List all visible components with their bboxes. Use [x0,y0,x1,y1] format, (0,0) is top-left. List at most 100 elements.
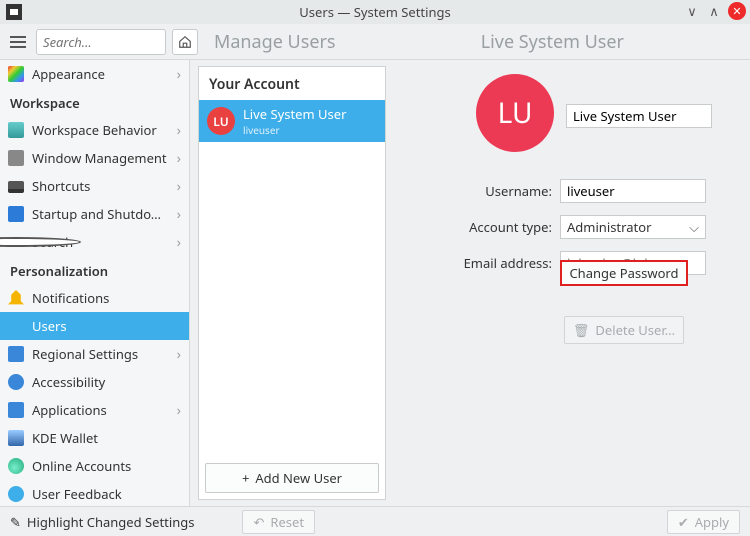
footer: ✎ Highlight Changed Settings ↶ Reset ✔ A… [0,506,750,536]
chevron-right-icon: › [177,401,181,420]
appearance-icon [8,66,24,82]
account-type-label: Account type: [432,218,552,236]
sidebar-item-appearance[interactable]: Appearance › [0,60,189,88]
sidebar-item-workspace-behavior[interactable]: Workspace Behavior › [0,116,189,144]
applications-icon [8,402,24,418]
sidebar-item-label: Appearance [32,65,169,83]
sidebar-item-label: Regional Settings [32,345,169,363]
search-input[interactable] [43,33,159,51]
wallet-icon [8,430,24,446]
sidebar-item-user-feedback[interactable]: User Feedback [0,480,189,506]
home-icon [178,35,192,49]
home-button[interactable] [172,29,198,55]
username-input[interactable] [567,182,699,200]
delete-user-button: 🗑 Delete User... [564,316,684,344]
window-management-icon [8,150,24,166]
bell-icon [8,290,24,306]
add-user-label: Add New User [255,469,342,487]
sidebar-item-label: Window Management [32,149,169,167]
page-heading: Manage Users [214,30,336,54]
sidebar-item-label: Workspace Behavior [32,121,169,139]
chevron-right-icon: › [177,345,181,364]
account-row[interactable]: LU Live System User liveuser [199,100,385,142]
reset-label: Reset [270,513,304,531]
feedback-icon [8,486,24,502]
toolbar: Manage Users Live System User [0,24,750,60]
accessibility-icon [8,374,24,390]
hamburger-menu-button[interactable] [6,30,30,54]
window-title: Users — System Settings [299,3,450,21]
sidebar-item-search[interactable]: Search› [0,228,189,256]
sidebar-item-startup-shutdown[interactable]: Startup and Shutdown › [0,200,189,228]
check-icon: ✔ [678,513,689,531]
sidebar-item-label: Online Accounts [32,457,181,475]
account-type-select[interactable]: Administrator ⌵ [560,215,706,239]
app-icon [6,4,22,20]
workspace-behavior-icon [8,122,24,138]
sidebar-item-online-accounts[interactable]: Online Accounts [0,452,189,480]
accounts-panel: Your Account LU Live System User liveuse… [198,66,386,500]
chevron-right-icon: › [177,205,181,224]
sidebar-item-regional-settings[interactable]: Regional Settings › [0,340,189,368]
sidebar-item-shortcuts[interactable]: Shortcuts › [0,172,189,200]
user-icon [8,318,24,334]
sidebar-item-label: Users [32,317,181,335]
highlight-label: Highlight Changed Settings [27,513,195,531]
close-button[interactable]: ✕ [728,2,746,20]
accounts-section-title: Your Account [199,67,385,100]
sidebar[interactable]: Appearance › Workspace Workspace Behavio… [0,60,190,506]
search-box[interactable] [36,29,166,55]
minimize-button[interactable]: ∨ [684,3,700,19]
highlight-icon: ✎ [10,513,21,531]
apply-button: ✔ Apply [667,510,740,534]
sidebar-item-window-management[interactable]: Window Management › [0,144,189,172]
plus-icon: + [242,469,249,487]
highlight-changed-settings-button[interactable]: ✎ Highlight Changed Settings [10,513,194,531]
online-accounts-icon [8,458,24,474]
change-password-button[interactable]: Change Password [560,260,688,286]
maximize-button[interactable]: ∧ [706,3,722,19]
sidebar-item-label: Startup and Shutdown [32,205,169,223]
apply-label: Apply [695,513,729,531]
sidebar-item-label: Applications [32,401,169,419]
username-field[interactable] [560,179,706,203]
chevron-right-icon: › [177,177,181,196]
titlebar: Users — System Settings ∨ ∧ ✕ [0,0,750,24]
delete-user-label: Delete User... [595,321,675,339]
username-label: Username: [432,182,552,200]
sidebar-item-kde-wallet[interactable]: KDE Wallet [0,424,189,452]
undo-icon: ↶ [253,513,264,531]
avatar-large[interactable]: LU [476,74,554,152]
sidebar-category-workspace: Workspace [0,88,189,116]
sidebar-item-label: Accessibility [32,373,181,391]
sidebar-item-label: KDE Wallet [32,429,181,447]
avatar-small: LU [207,107,235,135]
sidebar-item-label: User Feedback [32,485,181,503]
page-subheading: Live System User [481,30,624,54]
reset-button: ↶ Reset [242,510,315,534]
sidebar-item-label: Shortcuts [32,177,169,195]
sidebar-item-users[interactable]: Users [0,312,189,340]
chevron-right-icon: › [177,149,181,168]
chevron-down-icon: ⌵ [689,218,699,236]
account-type-value: Administrator [567,218,651,236]
account-name: Live System User [243,105,346,123]
display-name-input[interactable] [566,104,712,128]
sidebar-item-accessibility[interactable]: Accessibility [0,368,189,396]
sidebar-item-label: Notifications [32,289,181,307]
chevron-right-icon: › [177,65,181,84]
sidebar-category-personalization: Personalization [0,256,189,284]
shortcuts-icon [8,181,24,193]
startup-icon [8,206,24,222]
chevron-right-icon: › [177,233,181,252]
change-password-label: Change Password [569,264,678,282]
chevron-right-icon: › [177,121,181,140]
account-username: liveuser [243,123,346,137]
flag-icon [8,346,24,362]
trash-icon: 🗑 [573,321,590,339]
email-label: Email address: [432,254,552,272]
sidebar-item-notifications[interactable]: Notifications [0,284,189,312]
sidebar-item-applications[interactable]: Applications › [0,396,189,424]
details-panel: LU Username: Account type: Administrator… [386,60,750,506]
add-user-button[interactable]: + Add New User [205,463,379,493]
